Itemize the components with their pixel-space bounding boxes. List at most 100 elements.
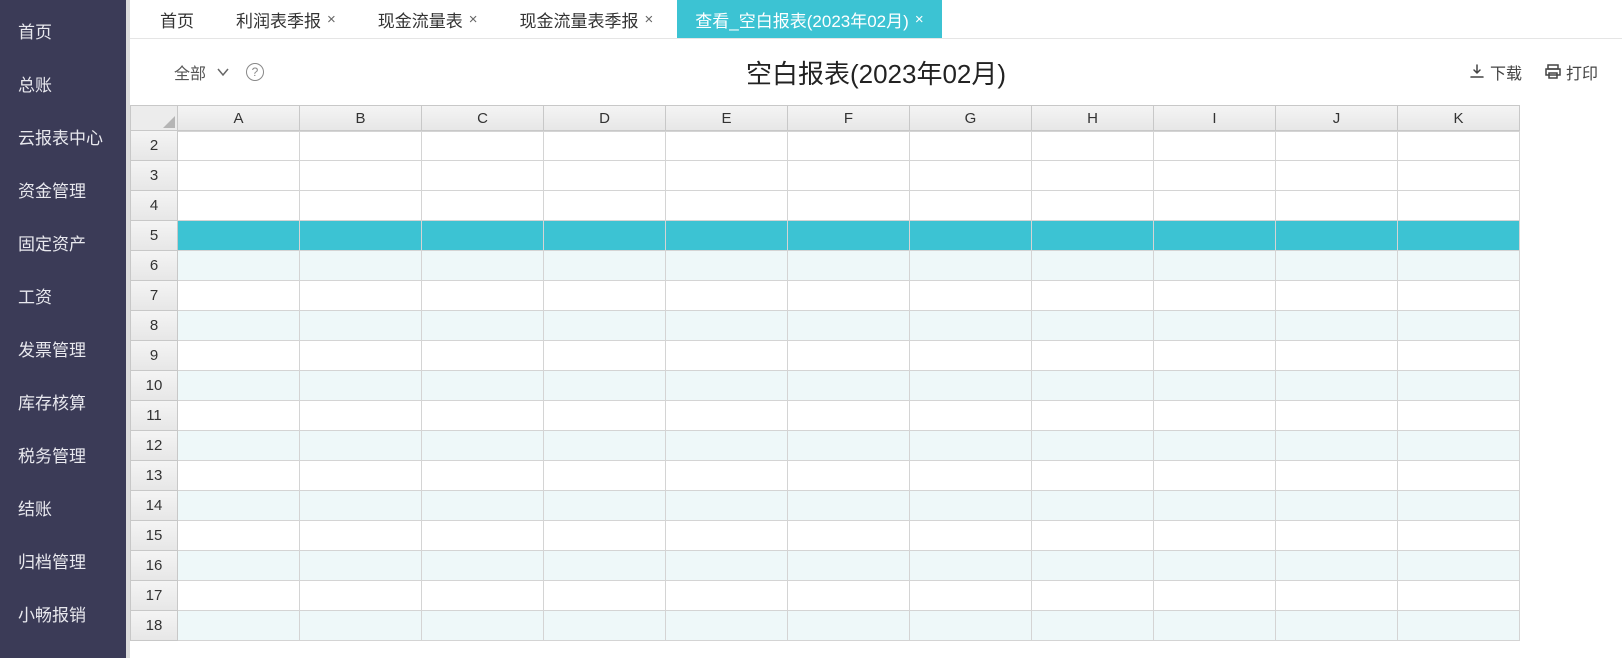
row-header-11[interactable]: 11	[130, 401, 178, 431]
cell-D9[interactable]	[544, 341, 666, 371]
cell-H14[interactable]	[1032, 491, 1154, 521]
cell-H3[interactable]	[1032, 161, 1154, 191]
cell-G12[interactable]	[910, 431, 1032, 461]
cell-B8[interactable]	[300, 311, 422, 341]
row-header-7[interactable]: 7	[130, 281, 178, 311]
cell-J3[interactable]	[1276, 161, 1398, 191]
cell-G10[interactable]	[910, 371, 1032, 401]
cell-J7[interactable]	[1276, 281, 1398, 311]
cell-H17[interactable]	[1032, 581, 1154, 611]
cell-H12[interactable]	[1032, 431, 1154, 461]
cell-F13[interactable]	[788, 461, 910, 491]
cell-J4[interactable]	[1276, 191, 1398, 221]
sidebar-item-8[interactable]: 税务管理	[0, 428, 130, 481]
cell-grid[interactable]	[178, 131, 1520, 641]
cell-I16[interactable]	[1154, 551, 1276, 581]
download-button[interactable]: 下载	[1468, 60, 1522, 84]
cell-A3[interactable]	[178, 161, 300, 191]
cell-B6[interactable]	[300, 251, 422, 281]
sidebar-item-11[interactable]: 小畅报销	[0, 587, 130, 640]
cell-C5[interactable]	[422, 221, 544, 251]
sidebar-item-9[interactable]: 结账	[0, 481, 130, 534]
sidebar-item-4[interactable]: 固定资产	[0, 216, 130, 269]
close-icon[interactable]: ×	[327, 11, 336, 28]
cell-G11[interactable]	[910, 401, 1032, 431]
cell-E16[interactable]	[666, 551, 788, 581]
row-header-3[interactable]: 3	[130, 161, 178, 191]
cell-F5[interactable]	[788, 221, 910, 251]
sidebar-item-6[interactable]: 发票管理	[0, 322, 130, 375]
cell-A17[interactable]	[178, 581, 300, 611]
cell-B3[interactable]	[300, 161, 422, 191]
cell-I11[interactable]	[1154, 401, 1276, 431]
cell-E17[interactable]	[666, 581, 788, 611]
cell-B2[interactable]	[300, 131, 422, 161]
cell-C18[interactable]	[422, 611, 544, 641]
cell-K18[interactable]	[1398, 611, 1520, 641]
cell-H13[interactable]	[1032, 461, 1154, 491]
cell-D12[interactable]	[544, 431, 666, 461]
column-header-D[interactable]: D	[544, 105, 666, 131]
cell-C13[interactable]	[422, 461, 544, 491]
cell-F8[interactable]	[788, 311, 910, 341]
cell-B13[interactable]	[300, 461, 422, 491]
cell-F3[interactable]	[788, 161, 910, 191]
row-header-9[interactable]: 9	[130, 341, 178, 371]
cell-I17[interactable]	[1154, 581, 1276, 611]
cell-K5[interactable]	[1398, 221, 1520, 251]
cell-I2[interactable]	[1154, 131, 1276, 161]
row-header-5[interactable]: 5	[130, 221, 178, 251]
cell-K17[interactable]	[1398, 581, 1520, 611]
cell-G5[interactable]	[910, 221, 1032, 251]
cell-J10[interactable]	[1276, 371, 1398, 401]
cell-I6[interactable]	[1154, 251, 1276, 281]
cell-E14[interactable]	[666, 491, 788, 521]
cell-F11[interactable]	[788, 401, 910, 431]
row-header-2[interactable]: 2	[130, 131, 178, 161]
cell-C14[interactable]	[422, 491, 544, 521]
cell-E5[interactable]	[666, 221, 788, 251]
cell-G9[interactable]	[910, 341, 1032, 371]
row-header-16[interactable]: 16	[130, 551, 178, 581]
cell-H7[interactable]	[1032, 281, 1154, 311]
cell-D15[interactable]	[544, 521, 666, 551]
column-header-J[interactable]: J	[1276, 105, 1398, 131]
row-header-8[interactable]: 8	[130, 311, 178, 341]
cell-A6[interactable]	[178, 251, 300, 281]
cell-B15[interactable]	[300, 521, 422, 551]
cell-I14[interactable]	[1154, 491, 1276, 521]
sidebar-item-7[interactable]: 库存核算	[0, 375, 130, 428]
cell-H9[interactable]	[1032, 341, 1154, 371]
cell-D13[interactable]	[544, 461, 666, 491]
cell-H4[interactable]	[1032, 191, 1154, 221]
tab-3[interactable]: 现金流量表季报×	[520, 0, 654, 38]
cell-H11[interactable]	[1032, 401, 1154, 431]
cell-J9[interactable]	[1276, 341, 1398, 371]
sidebar-item-0[interactable]: 首页	[0, 4, 130, 57]
sidebar-item-3[interactable]: 资金管理	[0, 163, 130, 216]
cell-K11[interactable]	[1398, 401, 1520, 431]
cell-A18[interactable]	[178, 611, 300, 641]
cell-C12[interactable]	[422, 431, 544, 461]
column-header-E[interactable]: E	[666, 105, 788, 131]
cell-G18[interactable]	[910, 611, 1032, 641]
cell-F15[interactable]	[788, 521, 910, 551]
cell-J15[interactable]	[1276, 521, 1398, 551]
chevron-down-icon[interactable]	[216, 65, 230, 79]
column-header-K[interactable]: K	[1398, 105, 1520, 131]
cell-C11[interactable]	[422, 401, 544, 431]
select-all-corner[interactable]	[130, 105, 178, 131]
cell-A13[interactable]	[178, 461, 300, 491]
cell-K3[interactable]	[1398, 161, 1520, 191]
cell-E13[interactable]	[666, 461, 788, 491]
column-header-F[interactable]: F	[788, 105, 910, 131]
cell-F6[interactable]	[788, 251, 910, 281]
close-icon[interactable]: ×	[645, 11, 654, 28]
cell-D6[interactable]	[544, 251, 666, 281]
cell-A4[interactable]	[178, 191, 300, 221]
row-header-15[interactable]: 15	[130, 521, 178, 551]
cell-G14[interactable]	[910, 491, 1032, 521]
cell-B4[interactable]	[300, 191, 422, 221]
cell-K4[interactable]	[1398, 191, 1520, 221]
cell-B9[interactable]	[300, 341, 422, 371]
